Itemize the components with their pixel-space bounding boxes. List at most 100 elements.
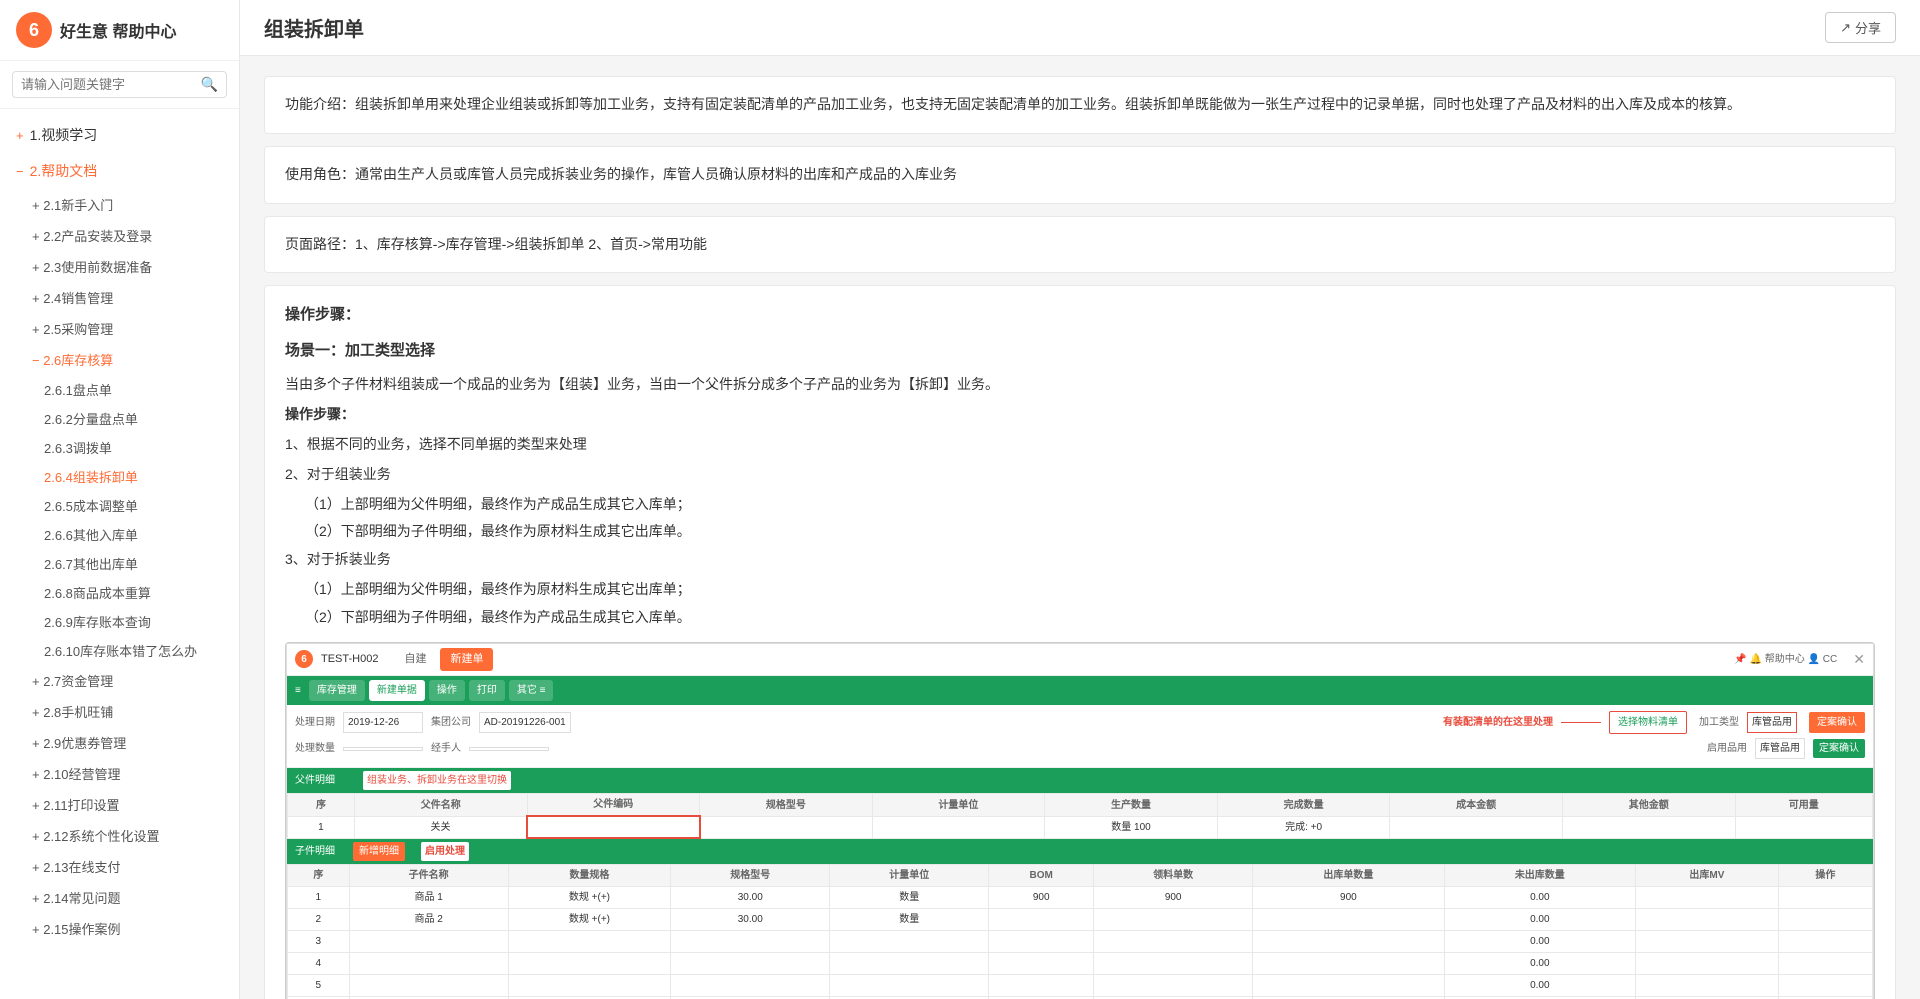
step3-2: （2）下部明细为子件明细，最终作为产成品生成其它入库单。 [285, 606, 1875, 630]
intro-text-2: 使用角色：通常由生产人员或库管人员完成拆装业务的操作，库管人员确认原材料的出库和… [285, 166, 957, 182]
mock-confirm-btn[interactable]: 定案确认 [1809, 712, 1865, 733]
nav-sub-sub-269[interactable]: 2.6.9库存账本查询 [0, 607, 239, 636]
plus-icon-coupon: + [32, 736, 40, 751]
nav-sub-sub-list-inventory: 2.6.1盘点单 2.6.2分量盘点单 2.6.3调拨单 2.6.4组装拆卸单 … [0, 375, 239, 665]
mock-apply-btn[interactable]: 定案确认 [1813, 739, 1865, 758]
mock-th-done-qty: 完成数量 [1217, 794, 1390, 817]
main-area: 组装拆卸单 ↗ 分享 功能介绍：组装拆卸单用来处理企业组装或拆卸等加工业务，支持… [240, 0, 1920, 999]
nav-sub-item-install[interactable]: + 2.2产品安装及登录 [0, 220, 239, 251]
nav-sub-item-operation[interactable]: + 2.10经营管理 [0, 758, 239, 789]
nav-sub-item-purchase[interactable]: + 2.5采购管理 [0, 313, 239, 344]
nav-item-docs: − 2.帮助文档 + 2.1新手入门 + 2.2产品安装及登录 + 2.3使用前… [0, 153, 239, 944]
plus-icon-mobile: + [32, 705, 40, 720]
table-row: 3 0.00 [288, 931, 1873, 953]
ops-card: 操作步骤： 场景一：加工类型选择 当由多个子件材料组装成一个成品的业务为【组装】… [264, 285, 1896, 999]
plus-icon-sales: + [32, 291, 40, 306]
intro-text-1: 功能介绍：组装拆卸单用来处理企业组装或拆卸等加工业务，支持有固定装配清单的产品加… [285, 96, 1741, 112]
mock-th-spec: 规格型号 [700, 794, 873, 817]
nav-sub-item-coupon[interactable]: + 2.9优惠券管理 [0, 727, 239, 758]
mock-label-date: 处理日期 [295, 714, 335, 731]
table-row: 5 0.00 [288, 975, 1873, 997]
mock-input-count [343, 747, 423, 751]
plus-icon-operation: + [32, 767, 40, 782]
nav-sub-item-system[interactable]: + 2.12系统个性化设置 [0, 820, 239, 851]
plus-icon-faq: + [32, 891, 40, 906]
step2-1: （1）上部明细为父件明细，最终作为产成品生成其它入库单； [285, 493, 1875, 517]
logo-icon: 6 [16, 12, 52, 48]
nav-sub-sub-263[interactable]: 2.6.3调拨单 [0, 433, 239, 462]
share-button[interactable]: ↗ 分享 [1825, 12, 1896, 43]
mock-close-icon[interactable]: ✕ [1853, 648, 1865, 672]
nav-sub-item-newcomer[interactable]: + 2.1新手入门 [0, 189, 239, 220]
nav-sub-item-sales[interactable]: + 2.4销售管理 [0, 282, 239, 313]
mock-form-area: 处理日期 2019-12-26 集团公司 AD-20191226-001 有装配… [287, 705, 1873, 768]
nav-sub-sub-268[interactable]: 2.6.8商品成本重算 [0, 578, 239, 607]
mock-nav-home[interactable]: 库存管理 [309, 680, 365, 701]
plus-icon-finance: + [32, 674, 40, 689]
nav-sub-list-docs: + 2.1新手入门 + 2.2产品安装及登录 + 2.3使用前数据准备 + 2.… [0, 189, 239, 944]
mock-th-cost: 成本金额 [1390, 794, 1563, 817]
nav-sub-sub-264[interactable]: 2.6.4组装拆卸单 [0, 462, 239, 491]
nav-sub-item-cases[interactable]: + 2.15操作案例 [0, 913, 239, 944]
mock-icons: 📌 🔔 帮助中心 👤 CC [1734, 651, 1837, 668]
mock-input-group: AD-20191226-001 [479, 712, 571, 733]
mock-section-header-top: 父件明细 组装业务、拆卸业务在这里切换 [287, 768, 1873, 793]
mock-th-parent-name: 父件名称 [354, 794, 527, 817]
nav-sub-item-finance[interactable]: + 2.7资金管理 [0, 665, 239, 696]
mock-nav-icon: ≡ [295, 682, 301, 699]
mock-label-group: 集团公司 [431, 714, 471, 731]
nav-sub-item-data[interactable]: + 2.3使用前数据准备 [0, 251, 239, 282]
nav-item-video-toggle[interactable]: + 1.视频学习 [0, 117, 239, 153]
nav-list: + 1.视频学习 − 2.帮助文档 + 2.1新手入门 + 2.2产品安装及登录 [0, 109, 239, 952]
mock-select-btn[interactable]: 选择物料清单 [1609, 711, 1687, 734]
table-row: 1 商品 1 数规 +(+) 30.00 数量 900 900 900 0.00 [288, 887, 1873, 909]
mock-th-seq: 序 [288, 794, 355, 817]
search-wrap[interactable]: 🔍 [12, 71, 227, 98]
sidebar-header: 6 好生意 帮助中心 [0, 0, 239, 61]
nav-sub-sub-2610[interactable]: 2.6.10库存账本错了怎么办 [0, 636, 239, 665]
mock-nav-ops[interactable]: 操作 [429, 680, 465, 701]
search-icon: 🔍 [201, 76, 218, 93]
nav-sub-sub-267[interactable]: 2.6.7其他出库单 [0, 549, 239, 578]
mock-window-title: TEST-H002 [321, 650, 378, 669]
breadcrumb: 页面路径：1、库存核算->库存管理->组装拆卸单 2、首页->常用功能 [285, 236, 707, 252]
scene1-desc: 当由多个子件材料组装成一个成品的业务为【组装】业务，当由一个父件拆分成多个子产品… [285, 373, 1875, 397]
nav-sub-sub-262[interactable]: 2.6.2分量盘点单 [0, 404, 239, 433]
nav-sub-sub-261[interactable]: 2.6.1盘点单 [0, 375, 239, 404]
plus-icon-system: + [32, 829, 40, 844]
mock-nav-new[interactable]: 新建单据 [369, 680, 425, 701]
minus-icon-inventory: − [32, 353, 40, 368]
nav-sub-item-payment[interactable]: + 2.13在线支付 [0, 851, 239, 882]
share-icon: ↗ [1840, 20, 1851, 36]
scene1-title: 场景一：加工类型选择 [285, 338, 1875, 364]
nav-sub-item-mobile[interactable]: + 2.8手机旺铺 [0, 696, 239, 727]
nav-sub-item-inventory[interactable]: − 2.6库存核算 [0, 344, 239, 375]
screenshot-container: 6 TEST-H002 自建 新建单 📌 🔔 帮助中心 👤 CC ✕ ≡ 库存管… [285, 642, 1875, 999]
plus-icon-newcomer: + [32, 198, 40, 213]
mock-input-type: 库管品用 [1747, 712, 1797, 733]
table-row: 2 商品 2 数规 +(+) 30.00 数量 0.00 [288, 909, 1873, 931]
page-title: 组装拆卸单 [264, 13, 364, 42]
table-row: 4 0.00 [288, 953, 1873, 975]
mock-logo: 6 [295, 650, 313, 668]
nav-sub-sub-265[interactable]: 2.6.5成本调整单 [0, 491, 239, 520]
plus-icon-print: + [32, 798, 40, 813]
intro-card-2: 使用角色：通常由生产人员或库管人员完成拆装业务的操作，库管人员确认原材料的出库和… [264, 146, 1896, 204]
mock-nav-other[interactable]: 其它 ≡ [509, 680, 554, 701]
search-input[interactable] [21, 77, 201, 92]
plus-icon-install: + [32, 229, 40, 244]
nav-sub-sub-266[interactable]: 2.6.6其他入库单 [0, 520, 239, 549]
mock-cell-highlight [527, 816, 700, 838]
mock-nav-print[interactable]: 打印 [469, 680, 505, 701]
ops-steps-label: 操作步骤： [285, 403, 1875, 427]
mock-section-top-label: 父件明细 [295, 772, 335, 789]
mock-section-header-bottom: 子件明细 新增明细 启用处理 [287, 839, 1873, 864]
nav-sub-item-faq[interactable]: + 2.14常见问题 [0, 882, 239, 913]
mock-add-btn[interactable]: 新增明细 [353, 842, 405, 861]
mock-table-bottom: 序 子件名称 数量规格 规格型号 计量单位 BOM 领料单数 出库单数量 未出库… [287, 864, 1873, 999]
nav-item-video: + 1.视频学习 [0, 117, 239, 153]
nav-sub-item-print[interactable]: + 2.11打印设置 [0, 789, 239, 820]
step3: 3、对于拆装业务 [285, 548, 1875, 572]
nav-item-docs-toggle[interactable]: − 2.帮助文档 [0, 153, 239, 189]
mock-th-produce-qty: 生产数量 [1045, 794, 1218, 817]
